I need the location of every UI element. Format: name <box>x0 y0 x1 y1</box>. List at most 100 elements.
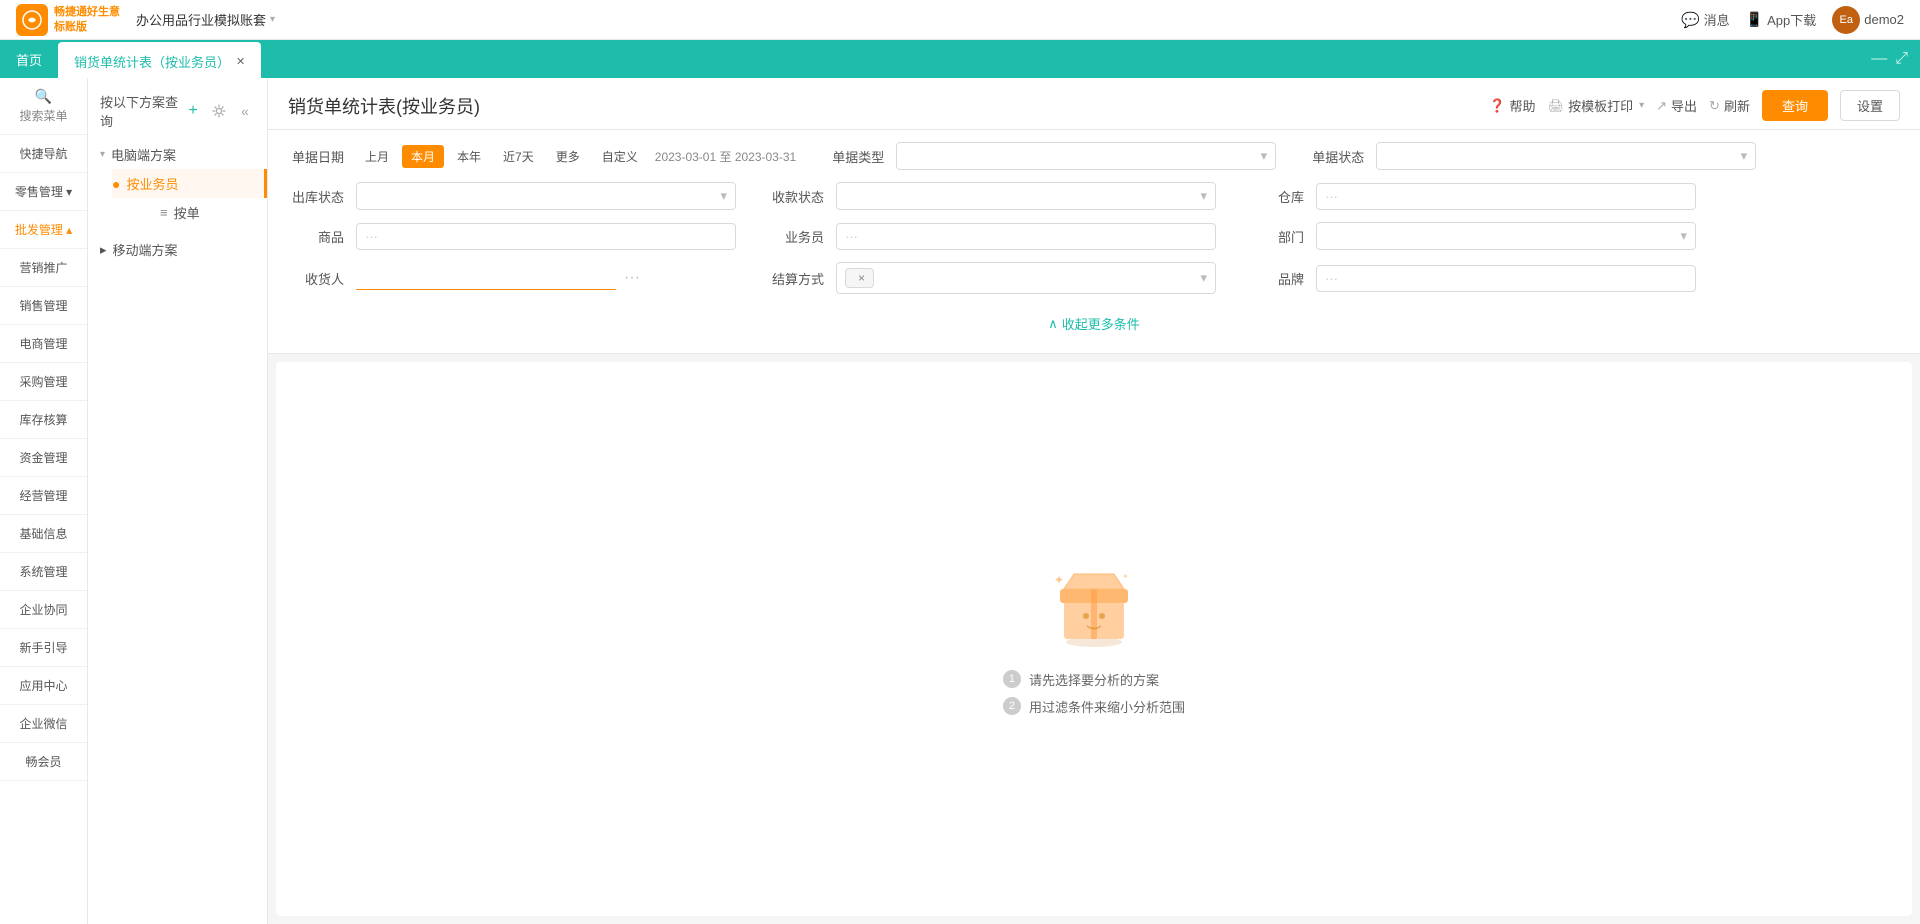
setting-scheme-btn[interactable] <box>209 101 229 121</box>
last-7-days-btn[interactable]: 近7天 <box>494 145 543 168</box>
settings-btn[interactable]: 设置 <box>1840 90 1900 121</box>
svg-text:✦: ✦ <box>1054 573 1064 587</box>
staff-select[interactable]: ··· <box>836 223 1216 250</box>
sidebar-item-ecommerce[interactable]: 电商管理 <box>0 325 87 363</box>
settlement-tag-remove[interactable]: × <box>858 271 865 285</box>
warehouse-select[interactable]: ··· <box>1316 183 1696 210</box>
app-center-label: 应用中心 <box>8 677 79 694</box>
sidebar-item-sales[interactable]: 销售管理 <box>0 287 87 325</box>
expand-icon: ▾ <box>100 149 105 160</box>
desktop-scheme-section: ▾ 电脑端方案 ● 按业务员 ≡ 按单 <box>88 136 267 231</box>
sidebar-item-wholesale[interactable]: 批发管理 ▴ <box>0 211 87 249</box>
sidebar-search-label: 搜索菜单 <box>8 107 79 124</box>
sidebar-item-corp[interactable]: 企业协同 <box>0 591 87 629</box>
sidebar-item-corp-wechat[interactable]: 企业微信 <box>0 705 87 743</box>
minimize-btn[interactable]: — <box>1871 50 1887 68</box>
receiver-ellipsis[interactable]: ··· <box>624 269 640 287</box>
app-download-btn[interactable]: 📱 App下载 <box>1746 10 1817 29</box>
refresh-icon: ↻ <box>1709 98 1720 114</box>
retail-label: 零售管理 ▾ <box>8 183 79 200</box>
logo-text: 畅捷通好生意 标账版 <box>54 5 120 34</box>
member-label: 畅会员 <box>8 753 79 770</box>
collection-status-select[interactable]: ▾ <box>836 182 1216 210</box>
tab-home-label: 首页 <box>16 50 42 69</box>
tab-close-btn[interactable]: ✕ <box>236 55 245 68</box>
custom-btn[interactable]: 自定义 <box>593 145 647 168</box>
goods-select[interactable]: ··· <box>356 223 736 250</box>
add-scheme-btn[interactable]: + <box>183 101 203 121</box>
operations-label: 经营管理 <box>8 487 79 504</box>
this-month-btn[interactable]: 本月 <box>402 145 444 168</box>
filter-row-2: 出库状态 ▾ 收款状态 ▾ 仓库 ··· <box>288 182 1900 210</box>
help-btn[interactable]: ❓ 帮助 <box>1489 96 1535 115</box>
doc-type-chevron: ▾ <box>1261 148 1268 164</box>
sidebar-item-inventory[interactable]: 库存核算 <box>0 401 87 439</box>
staff-scheme-icon: ● <box>112 176 120 192</box>
sidebar-item-purchase[interactable]: 采购管理 <box>0 363 87 401</box>
sidebar-item-quick-nav[interactable]: 快捷导航 <box>0 135 87 173</box>
sidebar-item-marketing[interactable]: 营销推广 <box>0 249 87 287</box>
collapse-btn[interactable]: ∧ 收起更多条件 <box>288 306 1900 341</box>
sidebar-item-member[interactable]: 畅会员 <box>0 743 87 781</box>
by-staff-item[interactable]: ● 按业务员 <box>112 169 267 198</box>
message-btn[interactable]: 💬 消息 <box>1681 10 1730 29</box>
query-btn[interactable]: 查询 <box>1762 90 1828 121</box>
doc-status-chevron: ▾ <box>1741 148 1748 164</box>
export-btn[interactable]: ↗ 导出 <box>1656 96 1697 115</box>
warehouse-value: ··· <box>1325 189 1338 204</box>
help-label: 帮助 <box>1510 96 1536 115</box>
main-content: 销货单统计表(按业务员) ❓ 帮助 🖨 按模板打印 ▾ ↗ <box>268 78 1920 924</box>
help-icon: ❓ <box>1489 98 1505 114</box>
sidebar-item-system[interactable]: 系统管理 <box>0 553 87 591</box>
out-status-chevron: ▾ <box>720 188 727 204</box>
tree-subchild: ≡ 按单 <box>112 198 267 227</box>
doc-type-select[interactable]: ▾ <box>896 142 1276 170</box>
maximize-btn[interactable]: ⤢ <box>1895 50 1908 68</box>
collapse-panel-btn[interactable]: « <box>235 101 255 121</box>
logo-area: 畅捷通好生意 标账版 <box>16 4 120 36</box>
this-year-btn[interactable]: 本年 <box>448 145 490 168</box>
sidebar-item-search[interactable]: 🔍 搜索菜单 <box>0 78 87 135</box>
sidebar-item-operations[interactable]: 经营管理 <box>0 477 87 515</box>
content-area: 按以下方案查询 + « ▾ 电脑端方案 <box>88 78 1920 924</box>
quick-nav-label: 快捷导航 <box>8 145 79 162</box>
last-month-btn[interactable]: 上月 <box>356 145 398 168</box>
warehouse-label: 仓库 <box>1248 187 1304 206</box>
print-template-btn[interactable]: 🖨 按模板打印 ▾ <box>1548 96 1645 115</box>
settlement-select[interactable]: × ▾ <box>836 262 1216 294</box>
mobile-scheme-item[interactable]: ▸ 移动端方案 <box>88 235 267 264</box>
sidebar-item-retail[interactable]: 零售管理 ▾ <box>0 173 87 211</box>
collection-status-label: 收款状态 <box>768 187 824 206</box>
message-icon: 💬 <box>1681 11 1700 29</box>
receiver-input[interactable] <box>356 266 616 290</box>
settlement-tag: × <box>845 268 874 288</box>
sidebar-item-finance[interactable]: 资金管理 <box>0 439 87 477</box>
sales-label: 销售管理 <box>8 297 79 314</box>
tab-sales-stat[interactable]: 销货单统计表（按业务员） ✕ <box>58 42 261 80</box>
staff-value: ··· <box>845 229 858 244</box>
page-header: 销货单统计表(按业务员) ❓ 帮助 🖨 按模板打印 ▾ ↗ <box>268 78 1920 130</box>
refresh-btn[interactable]: ↻ 刷新 <box>1709 96 1750 115</box>
more-btn[interactable]: 更多 <box>547 145 589 168</box>
sidebar-item-app-center[interactable]: 应用中心 <box>0 667 87 705</box>
desktop-scheme-item[interactable]: ▾ 电脑端方案 <box>88 140 267 169</box>
doc-type-label: 单据类型 <box>828 147 884 166</box>
workspace-label: 办公用品行业模拟账套 <box>136 10 266 29</box>
date-shortcuts: 上月 本月 本年 近7天 更多 自定义 2023-03-01 至 2023-03… <box>356 145 796 168</box>
brand-select[interactable]: ··· <box>1316 265 1696 292</box>
out-status-select[interactable]: ▾ <box>356 182 736 210</box>
empty-texts: 1 请先选择要分析的方案 2 用过滤条件来缩小分析范围 <box>1003 670 1185 724</box>
doc-status-select[interactable]: ▾ <box>1376 142 1756 170</box>
collapse-label: 收起更多条件 <box>1062 314 1140 333</box>
dept-select[interactable]: ▾ <box>1316 222 1696 250</box>
sidebar-item-newbie[interactable]: 新手引导 <box>0 629 87 667</box>
tab-home[interactable]: 首页 <box>0 40 58 78</box>
settlement-chevron: ▾ <box>1200 270 1207 286</box>
user-profile-btn[interactable]: Ea demo2 <box>1832 6 1904 34</box>
marketing-label: 营销推广 <box>8 259 79 276</box>
sidebar-item-basic[interactable]: 基础信息 <box>0 515 87 553</box>
by-order-item[interactable]: ≡ 按单 <box>152 198 267 227</box>
workspace-selector[interactable]: 办公用品行业模拟账套 ▾ <box>128 10 283 29</box>
workspace-arrow: ▾ <box>270 14 275 25</box>
ecommerce-label: 电商管理 <box>8 335 79 352</box>
